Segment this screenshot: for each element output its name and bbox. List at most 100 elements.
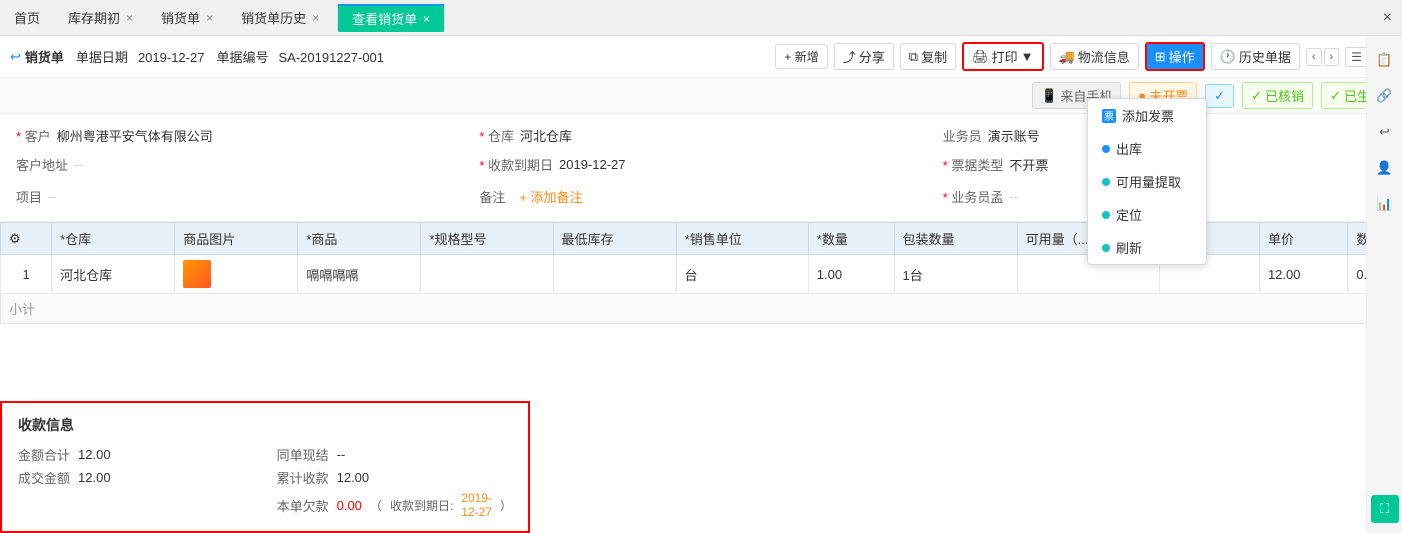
payment-grid: 金额合计 12.00 同单现结 -- 成交金额 12.00 累计收款 12.00	[18, 445, 512, 519]
row-product: 嗝嗝嗝嗝	[298, 255, 421, 294]
tab-inventory[interactable]: 库存期初 ×	[54, 0, 147, 35]
sidebar-icon-5[interactable]: 📊	[1371, 190, 1399, 218]
row-pkg-qty: 1台	[894, 255, 1017, 294]
customer-label: 客户	[16, 126, 51, 145]
warehouse-field: 仓库 河北仓库	[479, 126, 922, 145]
row-qty: 1.00	[808, 255, 894, 294]
location-item[interactable]: 定位	[1088, 198, 1206, 231]
sold-badge[interactable]: ✓ 已核销	[1242, 82, 1313, 109]
main-toolbar: ↩ 销货单 单据日期 2019-12-27 单据编号 SA-20191227-0…	[0, 36, 1402, 78]
payment-date-value: 2019-12-27	[559, 157, 626, 172]
outbound-icon	[1102, 145, 1110, 153]
share-button[interactable]: ⤴ 分享	[834, 43, 894, 70]
available-qty-item[interactable]: 可用量提取	[1088, 165, 1206, 198]
window-close-button[interactable]: ×	[1383, 9, 1392, 27]
payment-title: 收款信息	[18, 415, 512, 435]
location-icon	[1102, 211, 1110, 219]
tab-inventory-close[interactable]: ×	[126, 11, 133, 25]
row-min-stock	[553, 255, 676, 294]
col-pkg-qty: 包装数量	[894, 223, 1017, 255]
col-product[interactable]: *商品	[298, 223, 421, 255]
col-min-stock: 最低库存	[553, 223, 676, 255]
row-unit: 台	[676, 255, 808, 294]
row-price: 12.00	[1259, 255, 1347, 294]
tab-sales-close[interactable]: ×	[206, 11, 213, 25]
balance-value: 0.00	[337, 498, 362, 513]
number-value: SA-20191227-001	[278, 50, 384, 65]
amount-label: 金额合计	[18, 445, 70, 464]
sidebar-icon-expand[interactable]: ⛶	[1371, 495, 1399, 523]
tab-sales-history-close[interactable]: ×	[312, 11, 319, 25]
copy-button[interactable]: ⧉ 复制	[900, 43, 956, 70]
check-icon: ✓	[1214, 88, 1225, 104]
location-label: 定位	[1116, 205, 1142, 224]
due-date-value: 2019-12-27	[461, 491, 492, 519]
tab-sales-label: 销货单	[161, 8, 200, 27]
next-button[interactable]: ›	[1324, 48, 1340, 66]
sidebar-icon-4[interactable]: 👤	[1371, 154, 1399, 182]
tab-view-sales-close[interactable]: ×	[423, 12, 430, 26]
col-qty[interactable]: *数量	[808, 223, 894, 255]
tab-home[interactable]: 首页	[0, 0, 54, 35]
col-warehouse[interactable]: *仓库	[52, 223, 175, 255]
col-unit[interactable]: *销售单位	[676, 223, 808, 255]
address-label: 客户地址	[16, 155, 68, 174]
tab-sales[interactable]: 销货单 ×	[147, 0, 227, 35]
payment-date-label: 收款到期日	[479, 155, 553, 174]
add-invoice-label: 添加发票	[1122, 106, 1174, 125]
col-price[interactable]: 单价	[1259, 223, 1347, 255]
verify-button[interactable]: ✓	[1205, 84, 1234, 108]
tab-bar: 首页 库存期初 × 销货单 × 销货单历史 × 查看销货单 × ×	[0, 0, 1402, 36]
balance-due-suffix: ）	[500, 497, 512, 514]
project-value: --	[48, 189, 57, 204]
settlement-label: 同单现结	[277, 445, 329, 464]
customer-field: 客户 柳州粤港平安气体有限公司	[16, 126, 459, 145]
list-view-button[interactable]: ☰	[1345, 47, 1368, 67]
refresh-item[interactable]: 刷新	[1088, 231, 1206, 264]
address-field: 客户地址 --	[16, 155, 459, 174]
add-note-button[interactable]: + 添加备注	[511, 184, 590, 209]
prev-button[interactable]: ‹	[1306, 48, 1322, 66]
sidebar-icon-1[interactable]: 📋	[1371, 46, 1399, 74]
row-spec	[421, 255, 553, 294]
right-sidebar: 📋 🔗 ↩ 👤 📊 ⛶	[1366, 36, 1402, 533]
sidebar-icon-3[interactable]: ↩	[1371, 118, 1399, 146]
sidebar-icon-2[interactable]: 🔗	[1371, 82, 1399, 110]
tab-view-sales[interactable]: 查看销货单 ×	[337, 4, 445, 32]
ticket-type-label: 票据类型	[943, 155, 1004, 174]
available-label: 可用量提取	[1116, 172, 1181, 191]
share-icon: ⤴	[843, 47, 856, 66]
invoice-icon: 票	[1102, 109, 1116, 123]
tab-sales-history[interactable]: 销货单历史 ×	[227, 0, 333, 35]
staff-value: 演示账号	[988, 126, 1040, 145]
payment-date-field: 收款到期日 2019-12-27	[479, 155, 922, 174]
print-dropdown-arrow: ▼	[1021, 49, 1034, 64]
row-num: 1	[1, 255, 52, 294]
sold-check-icon: ✓	[1251, 88, 1262, 104]
history-button[interactable]: 🕐 历史单据	[1211, 43, 1300, 70]
logistics-button[interactable]: 🚚 物流信息	[1050, 43, 1139, 70]
project-label: 项目	[16, 187, 42, 206]
settlement-row: 同单现结 --	[277, 445, 512, 464]
operations-button[interactable]: ⊞ 操作	[1145, 42, 1205, 71]
col-settings[interactable]: ⚙	[1, 223, 52, 255]
subtotal-label: 小计	[1, 294, 1402, 324]
tab-view-sales-label: 查看销货单	[352, 9, 417, 28]
note-field: 备注 + 添加备注	[479, 184, 922, 209]
new-button[interactable]: + 新增	[775, 44, 827, 69]
add-invoice-item[interactable]: 票 添加发票	[1088, 99, 1206, 132]
staff2-value: --	[1009, 189, 1018, 204]
date-label: 单据日期 2019-12-27	[76, 47, 205, 66]
subtotal-row: 小计	[1, 294, 1402, 324]
outbound-item[interactable]: 出库	[1088, 132, 1206, 165]
balance-label: 本单欠款	[277, 496, 329, 515]
doc-info: ↩ 销货单 单据日期 2019-12-27 单据编号 SA-20191227-0…	[10, 47, 767, 66]
col-spec[interactable]: *规格型号	[421, 223, 553, 255]
product-image	[183, 260, 211, 288]
print-button[interactable]: 🖨 打印 ▼	[962, 42, 1043, 71]
customer-value: 柳州粤港平安气体有限公司	[57, 126, 213, 145]
sales-order-icon: ↩	[10, 49, 21, 65]
col-image: 商品图片	[175, 223, 298, 255]
truck-icon: 🚚	[1059, 49, 1075, 65]
balance-due-prefix: （	[370, 497, 382, 514]
